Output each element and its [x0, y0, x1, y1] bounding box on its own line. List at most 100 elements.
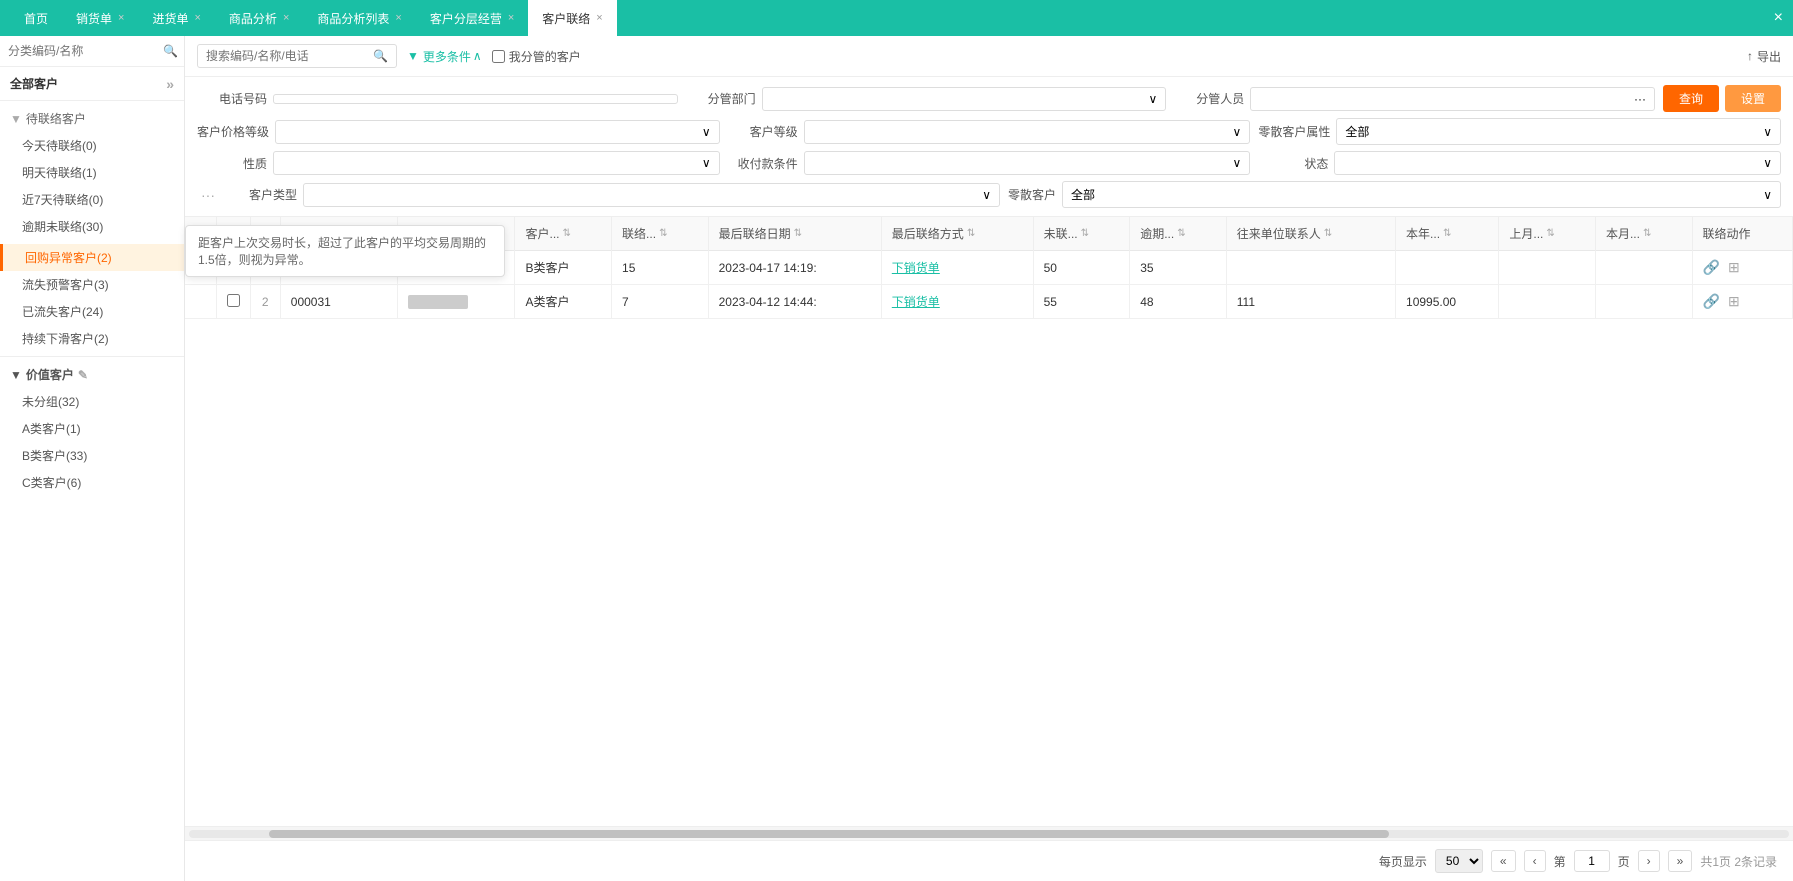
- first-page-btn[interactable]: «: [1491, 850, 1516, 872]
- filter-phone-input[interactable]: [273, 94, 678, 104]
- this-month-sort-icon[interactable]: ⇅: [1643, 228, 1651, 239]
- filter-nature: 性质 ∨: [197, 151, 720, 175]
- row2-last-contact-method[interactable]: 下销货单: [881, 285, 1033, 319]
- sidebar-item-ungrouped[interactable]: 未分组(32): [0, 388, 184, 415]
- company-contact-sort-icon[interactable]: ⇅: [1324, 228, 1332, 239]
- sidebar-edit-icon[interactable]: ✎: [78, 368, 88, 382]
- nav-customer-contact[interactable]: 客户联络 ×: [528, 0, 616, 36]
- filter-customer-type-select[interactable]: ∨: [303, 183, 1000, 207]
- row2-uncontacted: 55: [1033, 285, 1130, 319]
- filter-retail-customer-select[interactable]: 全部 ∨: [1062, 181, 1781, 208]
- sidebar-item-churn-warning[interactable]: 流失预警客户(3): [0, 271, 184, 298]
- filter-status-select[interactable]: ∨: [1334, 151, 1781, 175]
- sidebar-item-today[interactable]: 今天待联络(0): [0, 132, 184, 159]
- export-btn[interactable]: ↑ 导出: [1747, 48, 1781, 65]
- scrollbar-thumb[interactable]: [269, 830, 1389, 838]
- search-input[interactable]: [206, 49, 373, 63]
- nav-sales-order-close[interactable]: ×: [118, 12, 124, 24]
- row1-last-contact-method[interactable]: 下销货单: [881, 251, 1033, 285]
- row1-contact-method-link[interactable]: 下销货单: [892, 261, 940, 275]
- horizontal-scrollbar[interactable]: [185, 826, 1793, 840]
- nav-product-analysis-list-close[interactable]: ×: [395, 12, 401, 24]
- dept-dropdown-icon: ∨: [1149, 92, 1158, 106]
- nav-home[interactable]: 首页: [10, 0, 62, 36]
- nav-purchase-order-close[interactable]: ×: [194, 12, 200, 24]
- filter-area: 电话号码 分管部门 ∨ 分管人员 ···: [185, 77, 1793, 217]
- sidebar-item-7days[interactable]: 近7天待联络(0): [0, 186, 184, 213]
- setting-button[interactable]: 设置: [1725, 85, 1781, 112]
- sidebar-item-churned[interactable]: 已流失客户(24): [0, 298, 184, 325]
- table-header-this-month: 本月... ⇅: [1595, 217, 1692, 251]
- row1-more-icon[interactable]: ⊞: [1728, 259, 1740, 276]
- nav-product-analysis-list[interactable]: 商品分析列表 ×: [303, 0, 415, 36]
- sidebar-collapse-icon[interactable]: »: [166, 76, 174, 92]
- price-level-dropdown-icon: ∨: [702, 125, 711, 139]
- nav-customer-segment[interactable]: 客户分层经营 ×: [416, 0, 528, 36]
- last-method-sort-icon[interactable]: ⇅: [967, 228, 975, 239]
- sidebar-item-class-c[interactable]: C类客户(6): [0, 469, 184, 496]
- prev-page-btn[interactable]: ‹: [1524, 850, 1546, 872]
- filter-status-label: 状态: [1258, 155, 1328, 172]
- filter-dept-select[interactable]: ∨: [762, 87, 1167, 111]
- row2-gear: [185, 285, 216, 319]
- filter-row-4: ··· 客户类型 ∨ 零散客户 全部 ∨: [197, 181, 1781, 208]
- sidebar-item-declining[interactable]: 持续下滑客户(2): [0, 325, 184, 352]
- sidebar-item-class-a[interactable]: A类客户(1): [0, 415, 184, 442]
- nav-sales-order[interactable]: 销货单 ×: [62, 0, 138, 36]
- more-conditions-btn[interactable]: ▼ 更多条件 ∧: [407, 48, 482, 65]
- row1-link-icon[interactable]: 🔗: [1703, 259, 1720, 276]
- last-date-sort-icon[interactable]: ⇅: [794, 228, 802, 239]
- filter-manager: 分管人员 ···: [1174, 87, 1655, 111]
- sidebar-item-repurchase-abnormal[interactable]: 回购异常客户(2): [0, 244, 184, 271]
- row2-more-icon[interactable]: ⊞: [1728, 293, 1740, 310]
- row2-link-icon[interactable]: 🔗: [1703, 293, 1720, 310]
- filter-price-level-select[interactable]: ∨: [275, 120, 720, 144]
- query-button[interactable]: 查询: [1663, 85, 1719, 112]
- more-dots-btn[interactable]: ···: [197, 187, 219, 203]
- next-page-btn[interactable]: ›: [1638, 850, 1660, 872]
- contact-sort-icon[interactable]: ⇅: [659, 228, 667, 239]
- more-conditions-arrow: ∧: [473, 49, 482, 63]
- last-page-btn[interactable]: »: [1668, 850, 1693, 872]
- filter-nature-select[interactable]: ∨: [273, 151, 720, 175]
- sidebar-search-input[interactable]: [8, 44, 163, 58]
- last-month-sort-icon[interactable]: ⇅: [1546, 228, 1554, 239]
- sidebar-pending-header[interactable]: ▼ 待联络客户: [0, 105, 184, 132]
- row2-code: 000031: [280, 285, 397, 319]
- filter-retail-attr-select[interactable]: 全部 ∨: [1336, 118, 1781, 145]
- nav-customer-contact-close[interactable]: ×: [596, 12, 602, 24]
- top-navigation: 首页 销货单 × 进货单 × 商品分析 × 商品分析列表 × 客户分层经营 × …: [0, 0, 1793, 36]
- sidebar-item-overdue[interactable]: 逾期未联络(30): [0, 213, 184, 240]
- sidebar-search-icon[interactable]: 🔍: [163, 44, 178, 58]
- row2-contact-method-link[interactable]: 下销货单: [892, 295, 940, 309]
- payment-dropdown-icon: ∨: [1233, 156, 1242, 170]
- row1-this-month: [1595, 251, 1692, 285]
- table-header-contact-count: 联络... ⇅: [612, 217, 709, 251]
- filter-payment-select[interactable]: ∨: [804, 151, 1251, 175]
- page-input[interactable]: [1574, 850, 1610, 872]
- sidebar-item-class-b[interactable]: B类客户(33): [0, 442, 184, 469]
- row2-type: A类客户: [515, 285, 612, 319]
- export-icon: ↑: [1747, 49, 1753, 63]
- nav-product-analysis-close[interactable]: ×: [283, 12, 289, 24]
- sidebar: 🔍 全部客户 » ▼ 待联络客户 今天待联络(0) 明天待联络(1) 近7天待联…: [0, 36, 185, 881]
- this-year-sort-icon[interactable]: ⇅: [1443, 228, 1451, 239]
- filter-customer-level-select[interactable]: ∨: [804, 120, 1251, 144]
- sidebar-divider: [0, 356, 184, 357]
- nav-product-analysis[interactable]: 商品分析 ×: [215, 0, 303, 36]
- filter-manager-select[interactable]: ···: [1250, 87, 1655, 111]
- my-customers-checkbox[interactable]: [492, 50, 505, 63]
- my-customers-checkbox-wrap: 我分管的客户: [492, 48, 581, 65]
- row2-name: [397, 285, 515, 319]
- row2-select-checkbox[interactable]: [227, 294, 240, 307]
- window-close-icon[interactable]: ×: [1774, 9, 1783, 27]
- search-icon[interactable]: 🔍: [373, 49, 388, 63]
- type-sort-icon[interactable]: ⇅: [563, 228, 571, 239]
- sidebar-value-customer-header[interactable]: ▼ 价值客户 ✎: [0, 361, 184, 388]
- uncontacted-sort-icon[interactable]: ⇅: [1081, 228, 1089, 239]
- per-page-select[interactable]: 50: [1435, 849, 1483, 873]
- sidebar-item-tomorrow[interactable]: 明天待联络(1): [0, 159, 184, 186]
- nav-customer-segment-close[interactable]: ×: [508, 12, 514, 24]
- nav-purchase-order[interactable]: 进货单 ×: [138, 0, 214, 36]
- overdue-sort-icon[interactable]: ⇅: [1177, 228, 1185, 239]
